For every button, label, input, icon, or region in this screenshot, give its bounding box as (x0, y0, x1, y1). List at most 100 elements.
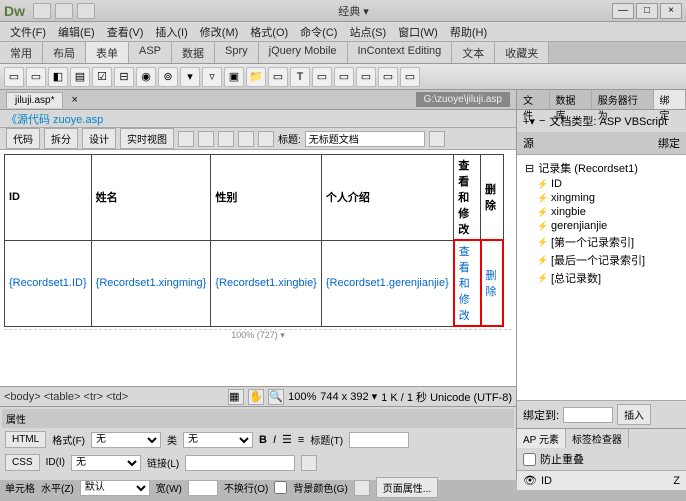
italic-icon[interactable]: I (273, 434, 276, 446)
css-mode-button[interactable]: CSS (5, 454, 40, 471)
tab-incontext[interactable]: InContext Editing (348, 42, 453, 63)
th-delete[interactable]: 删除 (481, 155, 503, 241)
td-delete[interactable]: 删除 (481, 240, 503, 326)
tab-forms[interactable]: 表单 (86, 42, 129, 63)
menu-file[interactable]: 文件(F) (4, 22, 52, 41)
spry-text-icon[interactable]: ▭ (356, 67, 376, 87)
checkboxgroup-icon[interactable]: ⊟ (114, 67, 134, 87)
hidden-icon[interactable]: ◧ (48, 67, 68, 87)
design-canvas[interactable]: ID 姓名 性别 个人介绍 查看和修改 删除 {Recordset1.ID} {… (0, 150, 516, 386)
title-t-input[interactable] (349, 432, 409, 448)
tree-item[interactable]: ⚡[总记录数] (523, 269, 680, 287)
jumpmenu-icon[interactable]: ▿ (202, 67, 222, 87)
list-ol-icon[interactable]: ≡ (298, 434, 304, 446)
tab-text[interactable]: 文本 (452, 42, 495, 63)
tree-item[interactable]: ⚡xingming (523, 191, 680, 205)
layout-icon[interactable] (33, 3, 51, 19)
tab-jquery[interactable]: jQuery Mobile (259, 42, 348, 63)
design-view-button[interactable]: 设计 (82, 128, 116, 149)
ap-tab-elements[interactable]: AP 元素 (517, 429, 566, 448)
ap-tab-taginspector[interactable]: 标签检查器 (566, 429, 629, 448)
link-input[interactable] (185, 455, 295, 471)
tree-item[interactable]: ⚡[第一个记录索引] (523, 233, 680, 251)
eye-icon[interactable]: 👁 (523, 474, 537, 487)
th-id[interactable]: ID (5, 155, 92, 241)
server-icon[interactable] (218, 131, 234, 147)
prevent-overlap-checkbox[interactable] (523, 453, 536, 466)
radio-icon[interactable]: ◉ (136, 67, 156, 87)
file-tab[interactable]: jiluji.asp* (6, 92, 63, 108)
td-gender[interactable]: {Recordset1.xingbie} (211, 240, 322, 326)
th-gender[interactable]: 性别 (211, 155, 322, 241)
td-edit[interactable]: 查看和修改 (454, 240, 481, 326)
menu-format[interactable]: 格式(O) (244, 22, 294, 41)
panel-tab-files[interactable]: 文件 (517, 90, 550, 109)
maximize-button[interactable]: □ (636, 3, 658, 19)
checkbox-icon[interactable]: ☑ (92, 67, 112, 87)
imagefield-icon[interactable]: ▣ (224, 67, 244, 87)
horiz-select[interactable]: 默认 (80, 480, 150, 496)
select-tool-icon[interactable]: ▦ (228, 389, 244, 405)
class-select[interactable]: 无 (183, 432, 253, 448)
fieldset-icon[interactable]: ▭ (312, 67, 332, 87)
spry-sel-icon[interactable]: ▭ (400, 67, 420, 87)
button-icon[interactable]: ▭ (268, 67, 288, 87)
menu-view[interactable]: 查看(V) (101, 22, 150, 41)
select-icon[interactable]: ▾ (180, 67, 200, 87)
refresh-icon[interactable] (258, 131, 274, 147)
menu-help[interactable]: 帮助(H) (444, 22, 493, 41)
tab-layout[interactable]: 布局 (43, 42, 86, 63)
textarea-icon[interactable]: ▤ (70, 67, 90, 87)
textfield-icon[interactable]: ▭ (26, 67, 46, 87)
td-intro[interactable]: {Recordset1.gerenjianjie} (321, 240, 453, 326)
nowrap-checkbox[interactable] (274, 481, 287, 494)
split-view-button[interactable]: 拆分 (44, 128, 78, 149)
panel-tab-bindings[interactable]: 绑定 (654, 90, 686, 109)
html-mode-button[interactable]: HTML (5, 431, 46, 448)
menu-edit[interactable]: 编辑(E) (52, 22, 101, 41)
page-attr-button[interactable]: 页面属性... (376, 477, 438, 498)
close-button[interactable]: × (660, 3, 682, 19)
zoom-tool-icon[interactable]: 🔍 (268, 389, 284, 405)
th-intro[interactable]: 个人介绍 (321, 155, 453, 241)
minus-icon[interactable]: − (539, 115, 545, 127)
livecode-icon[interactable] (198, 131, 214, 147)
source-link[interactable]: 《源代码 zuoye.asp (6, 111, 103, 127)
panel-tab-behaviors[interactable]: 服务器行为 (592, 90, 654, 109)
filefield-icon[interactable]: 📁 (246, 67, 266, 87)
td-name[interactable]: {Recordset1.xingming} (91, 240, 211, 326)
menu-insert[interactable]: 插入(I) (149, 22, 193, 41)
browser-icon[interactable] (238, 131, 254, 147)
format-select[interactable]: 无 (91, 432, 161, 448)
insert-button[interactable]: 插入 (617, 404, 651, 425)
tree-item[interactable]: ⚡gerenjianjie (523, 219, 680, 233)
site-icon[interactable] (77, 3, 95, 19)
list-ul-icon[interactable]: ☰ (282, 433, 292, 446)
live-view-button[interactable]: 实时视图 (120, 128, 174, 149)
width-input[interactable] (188, 480, 218, 496)
tab-data[interactable]: 数据 (172, 42, 215, 63)
link-browse-icon[interactable] (301, 455, 317, 471)
menu-site[interactable]: 站点(S) (343, 22, 392, 41)
th-name[interactable]: 姓名 (91, 155, 211, 241)
file-tab-close-icon[interactable]: × (71, 94, 77, 106)
workspace-switcher[interactable]: 经典 ▾ (95, 3, 612, 19)
bold-icon[interactable]: B (259, 434, 267, 446)
tree-item[interactable]: ⚡xingbie (523, 205, 680, 219)
code-view-button[interactable]: 代码 (6, 128, 40, 149)
tag-selector[interactable]: <body> <table> <tr> <td> (4, 391, 128, 403)
tree-item[interactable]: ⚡ID (523, 177, 680, 191)
tab-spry[interactable]: Spry (215, 42, 259, 63)
spry-val-icon[interactable]: ▭ (334, 67, 354, 87)
th-edit[interactable]: 查看和修改 (454, 155, 481, 241)
tab-common[interactable]: 常用 (0, 42, 43, 63)
minimize-button[interactable]: — (612, 3, 634, 19)
id-select[interactable]: 无 (71, 455, 141, 471)
panel-tab-db[interactable]: 数据库 (550, 90, 592, 109)
bindings-tree[interactable]: ⊟记录集 (Recordset1) ⚡ID ⚡xingming ⚡xingbie… (517, 155, 686, 400)
extend-icon[interactable] (55, 3, 73, 19)
menu-window[interactable]: 窗口(W) (392, 22, 444, 41)
tree-recordset[interactable]: ⊟记录集 (Recordset1) (523, 159, 680, 177)
td-id[interactable]: {Recordset1.ID} (5, 240, 92, 326)
hand-tool-icon[interactable]: ✋ (248, 389, 264, 405)
